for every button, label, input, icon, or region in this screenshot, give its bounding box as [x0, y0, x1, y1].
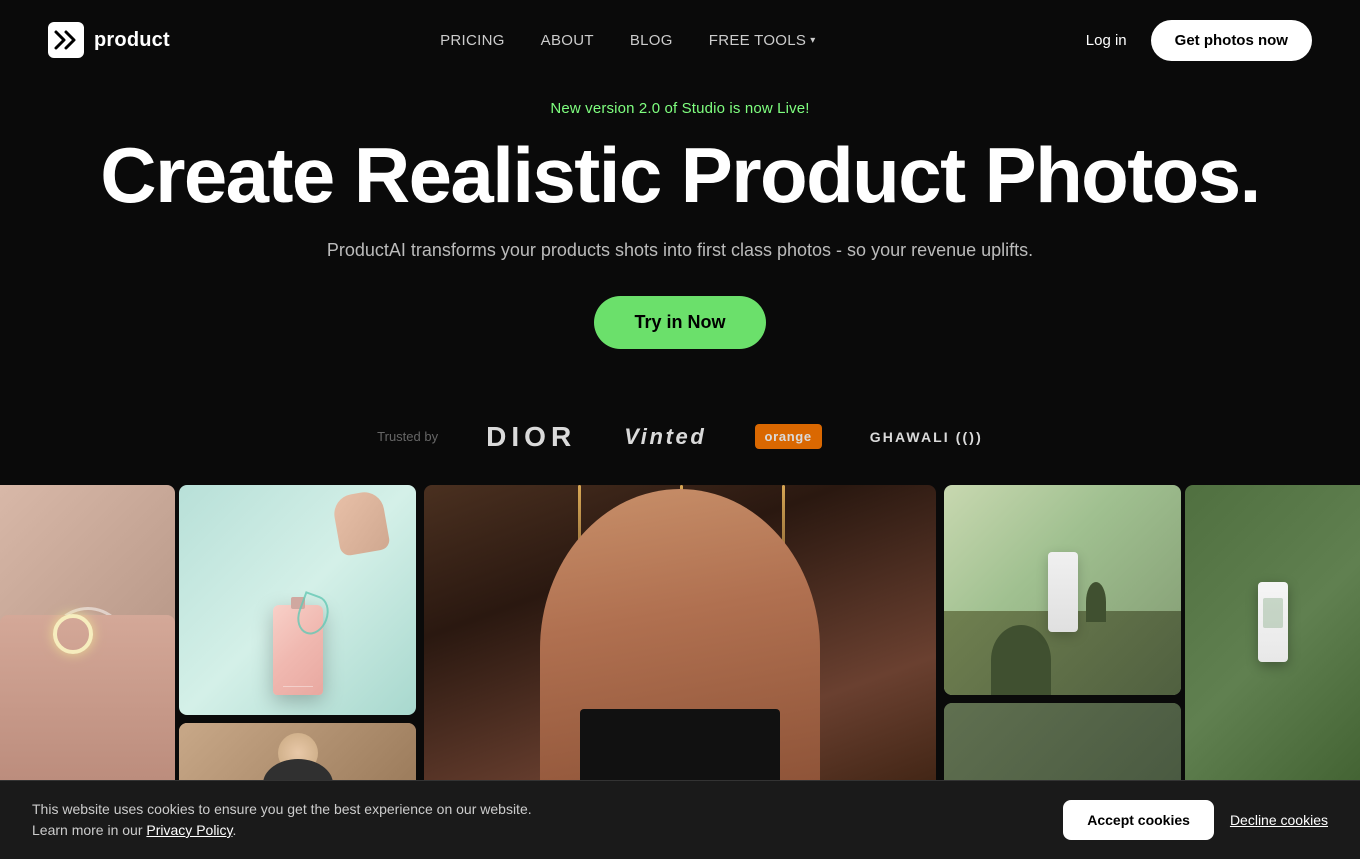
navbar: product PRICING ABOUT BLOG FREE TOOLS ▾ …	[0, 0, 1360, 80]
chevron-down-icon: ▾	[810, 35, 815, 46]
photo-spray-outdoor	[944, 485, 1181, 696]
get-photos-button[interactable]: Get photos now	[1151, 20, 1312, 61]
hero-badge: New version 2.0 of Studio is now Live!	[550, 100, 809, 117]
gallery-edge-left	[0, 485, 175, 809]
login-button[interactable]: Log in	[1086, 32, 1127, 49]
cookie-period: .	[233, 822, 237, 838]
nav-blog[interactable]: BLOG	[630, 32, 673, 49]
cookie-learn-more: Learn more in our	[32, 822, 143, 838]
brand-ghawali: GHAWALI (())	[870, 429, 983, 445]
hero-section: New version 2.0 of Studio is now Live! C…	[0, 80, 1360, 389]
gallery-col-right	[940, 485, 1185, 809]
hero-title: Create Realistic Product Photos.	[48, 135, 1312, 217]
logo-label: product	[94, 29, 170, 52]
brand-vinted: Vinted	[624, 424, 706, 450]
nav-pricing[interactable]: PRICING	[440, 32, 505, 49]
photo-center-woman	[424, 485, 936, 809]
try-now-button[interactable]: Try in Now	[594, 296, 765, 349]
gallery-center-photo	[420, 485, 940, 809]
logo-icon	[48, 22, 84, 58]
accept-cookies-button[interactable]: Accept cookies	[1063, 800, 1214, 840]
nav-links: PRICING ABOUT BLOG FREE TOOLS ▾	[440, 32, 816, 49]
trusted-section: Trusted by DIOR Vinted orange GHAWALI ((…	[0, 389, 1360, 469]
nav-about[interactable]: ABOUT	[541, 32, 594, 49]
nav-actions: Log in Get photos now	[1086, 20, 1312, 61]
cookie-message: This website uses cookies to ensure you …	[32, 801, 532, 817]
trusted-logos: DIOR Vinted orange GHAWALI (())	[486, 421, 983, 453]
photo-ring	[0, 485, 175, 809]
nav-free-tools[interactable]: FREE TOOLS ▾	[709, 32, 816, 49]
brand-dior: DIOR	[486, 421, 576, 453]
hero-subtitle: ProductAI transforms your products shots…	[48, 237, 1312, 264]
trusted-label: Trusted by	[377, 429, 438, 444]
cookie-banner: This website uses cookies to ensure you …	[0, 780, 1360, 859]
gallery-col-left	[175, 485, 420, 809]
photo-green-cream	[1185, 485, 1360, 809]
privacy-policy-link[interactable]: Privacy Policy	[146, 822, 232, 838]
cookie-actions: Accept cookies Decline cookies	[1063, 800, 1328, 840]
photo-perfume	[179, 485, 416, 715]
gallery-edge-right	[1185, 485, 1360, 809]
gallery-section	[0, 469, 1360, 809]
spray-bottle	[1048, 552, 1078, 632]
brand-orange: orange	[755, 424, 822, 449]
decline-cookies-button[interactable]: Decline cookies	[1230, 812, 1328, 828]
cookie-text: This website uses cookies to ensure you …	[32, 799, 532, 841]
logo[interactable]: product	[48, 22, 170, 58]
free-tools-label: FREE TOOLS	[709, 32, 806, 49]
